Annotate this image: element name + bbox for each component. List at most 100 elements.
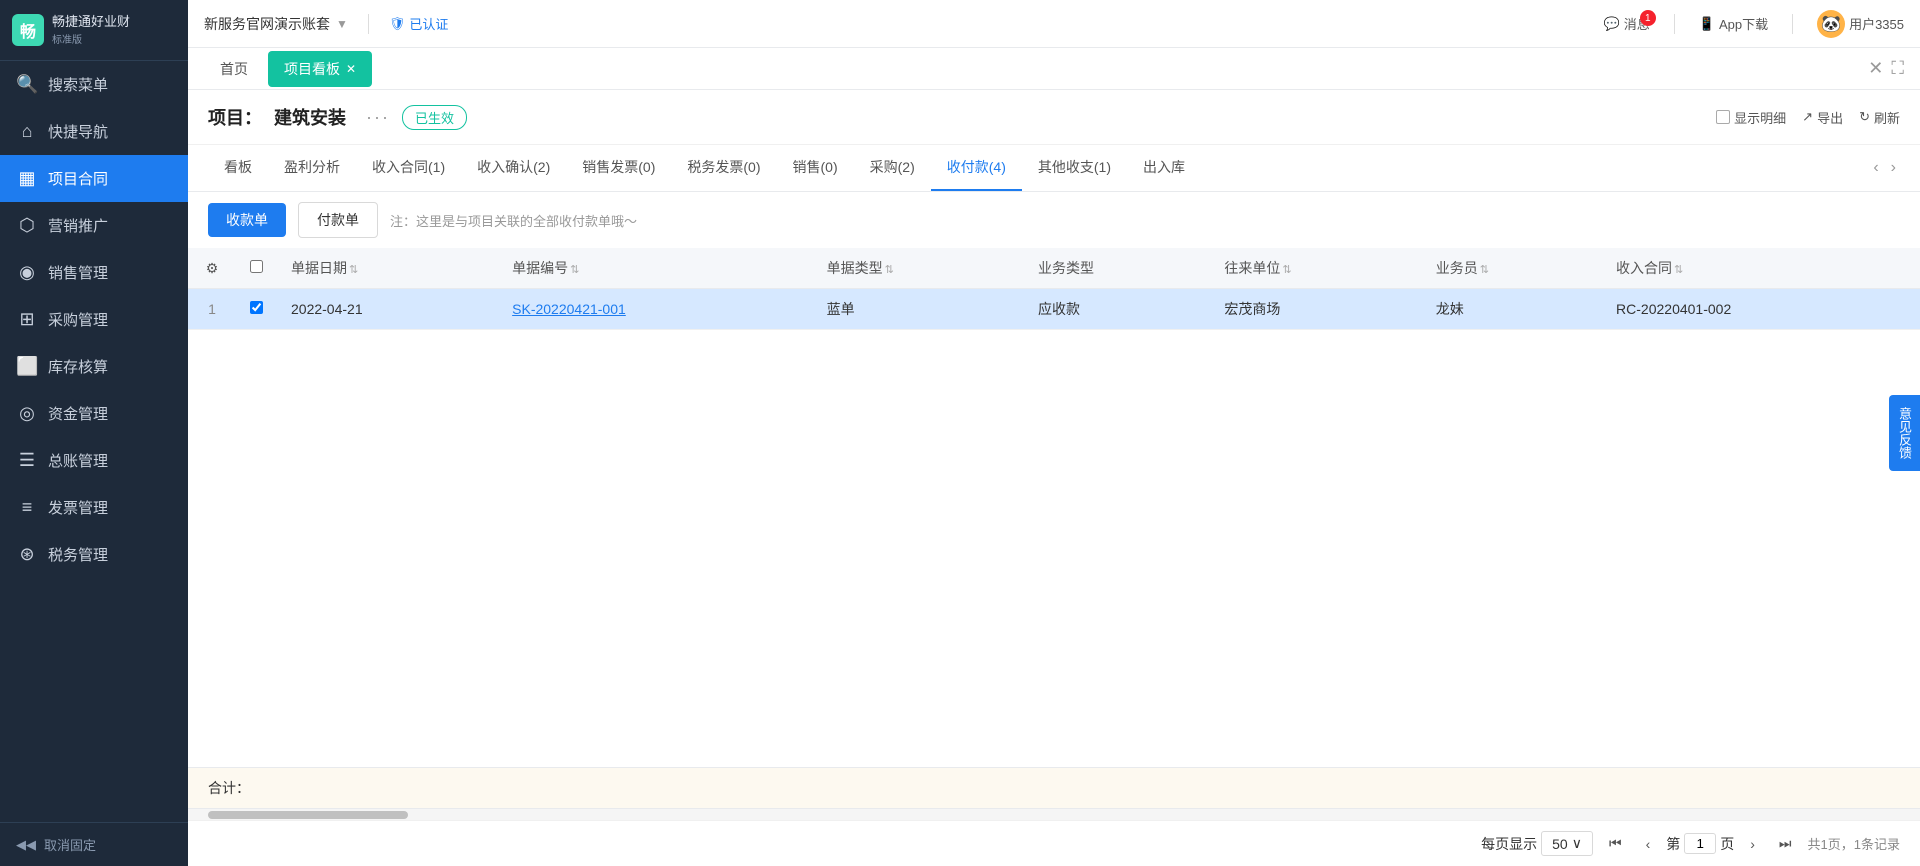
sub-nav-in-out[interactable]: 出入库: [1127, 145, 1201, 191]
tab-home[interactable]: 首页: [204, 51, 264, 87]
table-row[interactable]: 1 2022-04-21 SK-20220421-001 蓝单 应收款 宏茂商场…: [188, 289, 1920, 330]
sub-nav-income-contract[interactable]: 收入合同(1): [356, 145, 461, 191]
row-date: 2022-04-21: [277, 289, 498, 330]
search-icon: 🔍: [16, 74, 38, 95]
sub-nav-income-confirm[interactable]: 收入确认(2): [461, 145, 566, 191]
phone-icon: ◉: [16, 262, 38, 283]
project-actions: 显示明细 ↗ 导出 ↻ 刷新: [1716, 108, 1900, 127]
content-area: 项目： 建筑安装 ··· 已生效 显示明细 ↗ 导出 ↻ 刷新: [188, 90, 1920, 866]
box-icon: ⬜: [16, 356, 38, 377]
table-container: ⚙ 单据日期⇅ 单据编号⇅ 单据类型⇅: [188, 248, 1920, 767]
sidebar-item-marketing[interactable]: ⬡ 营销推广: [0, 202, 188, 249]
app-download-button[interactable]: 📱 App下载: [1699, 14, 1768, 33]
row-salesperson: 龙妹: [1422, 289, 1602, 330]
total-info: 共1页，1条记录: [1808, 834, 1900, 853]
row-partner: 宏茂商场: [1210, 289, 1421, 330]
certified-badge: 🛡 已认证: [389, 14, 449, 33]
messages-button[interactable]: 💬 消息 1: [1604, 14, 1650, 33]
sort-icon: ⇅: [885, 264, 894, 276]
sub-nav-receipts[interactable]: 收付款(4): [931, 145, 1022, 191]
sidebar-item-ledger[interactable]: ☰ 总账管理: [0, 437, 188, 484]
sidebar-item-inventory[interactable]: ⬜ 库存核算: [0, 343, 188, 390]
sub-nav-other-expense[interactable]: 其他收支(1): [1022, 145, 1127, 191]
sub-nav-sales-invoice[interactable]: 销售发票(0): [566, 145, 671, 191]
status-badge: 已生效: [402, 105, 467, 130]
invoice-icon: ≡: [16, 497, 38, 518]
table-header-row: ⚙ 单据日期⇅ 单据编号⇅ 单据类型⇅: [188, 248, 1920, 289]
sidebar-item-sales[interactable]: ◉ 销售管理: [0, 249, 188, 296]
sub-nav-sales[interactable]: 销售(0): [777, 145, 854, 191]
row-type: 蓝单: [813, 289, 1024, 330]
prev-page-button[interactable]: ‹: [1638, 833, 1659, 855]
code-column-header[interactable]: 单据编号⇅: [498, 248, 812, 289]
sidebar: 畅 畅捷通好业财 标准版 🔍 搜索菜单 ⌂ 快捷导航 ▦ 项目合同 ⬡ 营销推广…: [0, 0, 188, 866]
phone-icon: 📱: [1699, 16, 1715, 32]
tab-expand-button[interactable]: ⛶: [1891, 58, 1904, 79]
page-number-input[interactable]: [1684, 833, 1716, 854]
sort-icon: ⇅: [1480, 264, 1489, 276]
next-page-button[interactable]: ›: [1742, 833, 1763, 855]
sub-nav-arrows: ‹ ›: [1869, 157, 1900, 179]
receipt-tab-button[interactable]: 收款单: [208, 203, 286, 237]
page-size-selector: 每页显示 50 ∨: [1481, 831, 1593, 856]
sub-nav-next-arrow[interactable]: ›: [1887, 157, 1900, 179]
row-biz-type: 应收款: [1024, 289, 1210, 330]
sub-nav-tax-invoice[interactable]: 税务发票(0): [671, 145, 776, 191]
sort-icon: ⇅: [349, 264, 358, 276]
sidebar-unpin-button[interactable]: ◀◀ 取消固定: [0, 822, 188, 866]
page-info: 第 页: [1666, 833, 1734, 854]
row-code[interactable]: SK-20220421-001: [498, 289, 812, 330]
type-column-header[interactable]: 单据类型⇅: [813, 248, 1024, 289]
sub-nav-profit[interactable]: 盈利分析: [268, 145, 356, 191]
select-all-checkbox[interactable]: [250, 260, 263, 273]
tab-project-board[interactable]: 项目看板 ✕: [268, 51, 372, 87]
row-checkbox[interactable]: [250, 301, 263, 314]
sidebar-item-search[interactable]: 🔍 搜索菜单: [0, 61, 188, 108]
tab-close-all-button[interactable]: ✕: [1868, 58, 1883, 79]
messages-badge: 1: [1640, 10, 1656, 26]
table-footer: 合计：: [188, 767, 1920, 808]
tax-icon: ⊛: [16, 544, 38, 565]
user-menu[interactable]: 🐼 用户3355: [1817, 10, 1904, 38]
money-icon: ◎: [16, 403, 38, 424]
payment-tab-button[interactable]: 付款单: [298, 202, 378, 238]
partner-column-header[interactable]: 往来单位⇅: [1210, 248, 1421, 289]
project-more-button[interactable]: ···: [366, 107, 390, 128]
show-detail-toggle[interactable]: 显示明细: [1716, 108, 1786, 127]
sidebar-item-project[interactable]: ▦ 项目合同: [0, 155, 188, 202]
date-column-header[interactable]: 单据日期⇅: [277, 248, 498, 289]
sub-nav-purchase[interactable]: 采购(2): [854, 145, 931, 191]
first-page-button[interactable]: ⏮: [1601, 832, 1630, 855]
gift-icon: ⬡: [16, 215, 38, 236]
tab-expand-buttons: ✕ ⛶: [1868, 58, 1904, 79]
sidebar-item-quicknav[interactable]: ⌂ 快捷导航: [0, 108, 188, 155]
income-contract-column-header[interactable]: 收入合同⇅: [1602, 248, 1920, 289]
settings-icon[interactable]: ⚙: [206, 260, 219, 276]
row-income-contract: RC-20220401-002: [1602, 289, 1920, 330]
page-size-dropdown[interactable]: 50 ∨: [1541, 831, 1593, 856]
tab-close-icon[interactable]: ✕: [346, 62, 356, 76]
sub-nav-kanban[interactable]: 看板: [208, 145, 268, 191]
project-selector[interactable]: 新服务官网演示账套 ▼: [204, 14, 348, 34]
list-toolbar: 收款单 付款单 注：这里是与项目关联的全部收付款单哦～: [188, 192, 1920, 248]
last-page-button[interactable]: ⏭: [1771, 832, 1800, 855]
avatar: 🐼: [1817, 10, 1845, 38]
export-button[interactable]: ↗ 导出: [1802, 108, 1843, 127]
sidebar-item-purchase[interactable]: ⊞ 采购管理: [0, 296, 188, 343]
settings-column-header[interactable]: ⚙: [188, 248, 236, 289]
sidebar-logo: 畅 畅捷通好业财 标准版: [0, 0, 188, 61]
project-icon: ▦: [16, 168, 38, 189]
sidebar-item-finance[interactable]: ◎ 资金管理: [0, 390, 188, 437]
app-logo-text: 畅捷通好业财 标准版: [52, 14, 130, 46]
feedback-button[interactable]: 意见反馈: [1889, 395, 1920, 471]
salesperson-column-header[interactable]: 业务员⇅: [1422, 248, 1602, 289]
horizontal-scrollbar[interactable]: [188, 808, 1920, 820]
sidebar-item-tax[interactable]: ⊛ 税务管理: [0, 531, 188, 578]
scroll-thumb[interactable]: [208, 811, 408, 819]
unpin-icon: ◀◀: [16, 837, 36, 853]
tab-bar: 首页 项目看板 ✕ ✕ ⛶: [188, 48, 1920, 90]
refresh-button[interactable]: ↻ 刷新: [1859, 108, 1900, 127]
sub-nav-prev-arrow[interactable]: ‹: [1869, 157, 1882, 179]
show-detail-checkbox[interactable]: [1716, 110, 1730, 124]
sidebar-item-invoice[interactable]: ≡ 发票管理: [0, 484, 188, 531]
